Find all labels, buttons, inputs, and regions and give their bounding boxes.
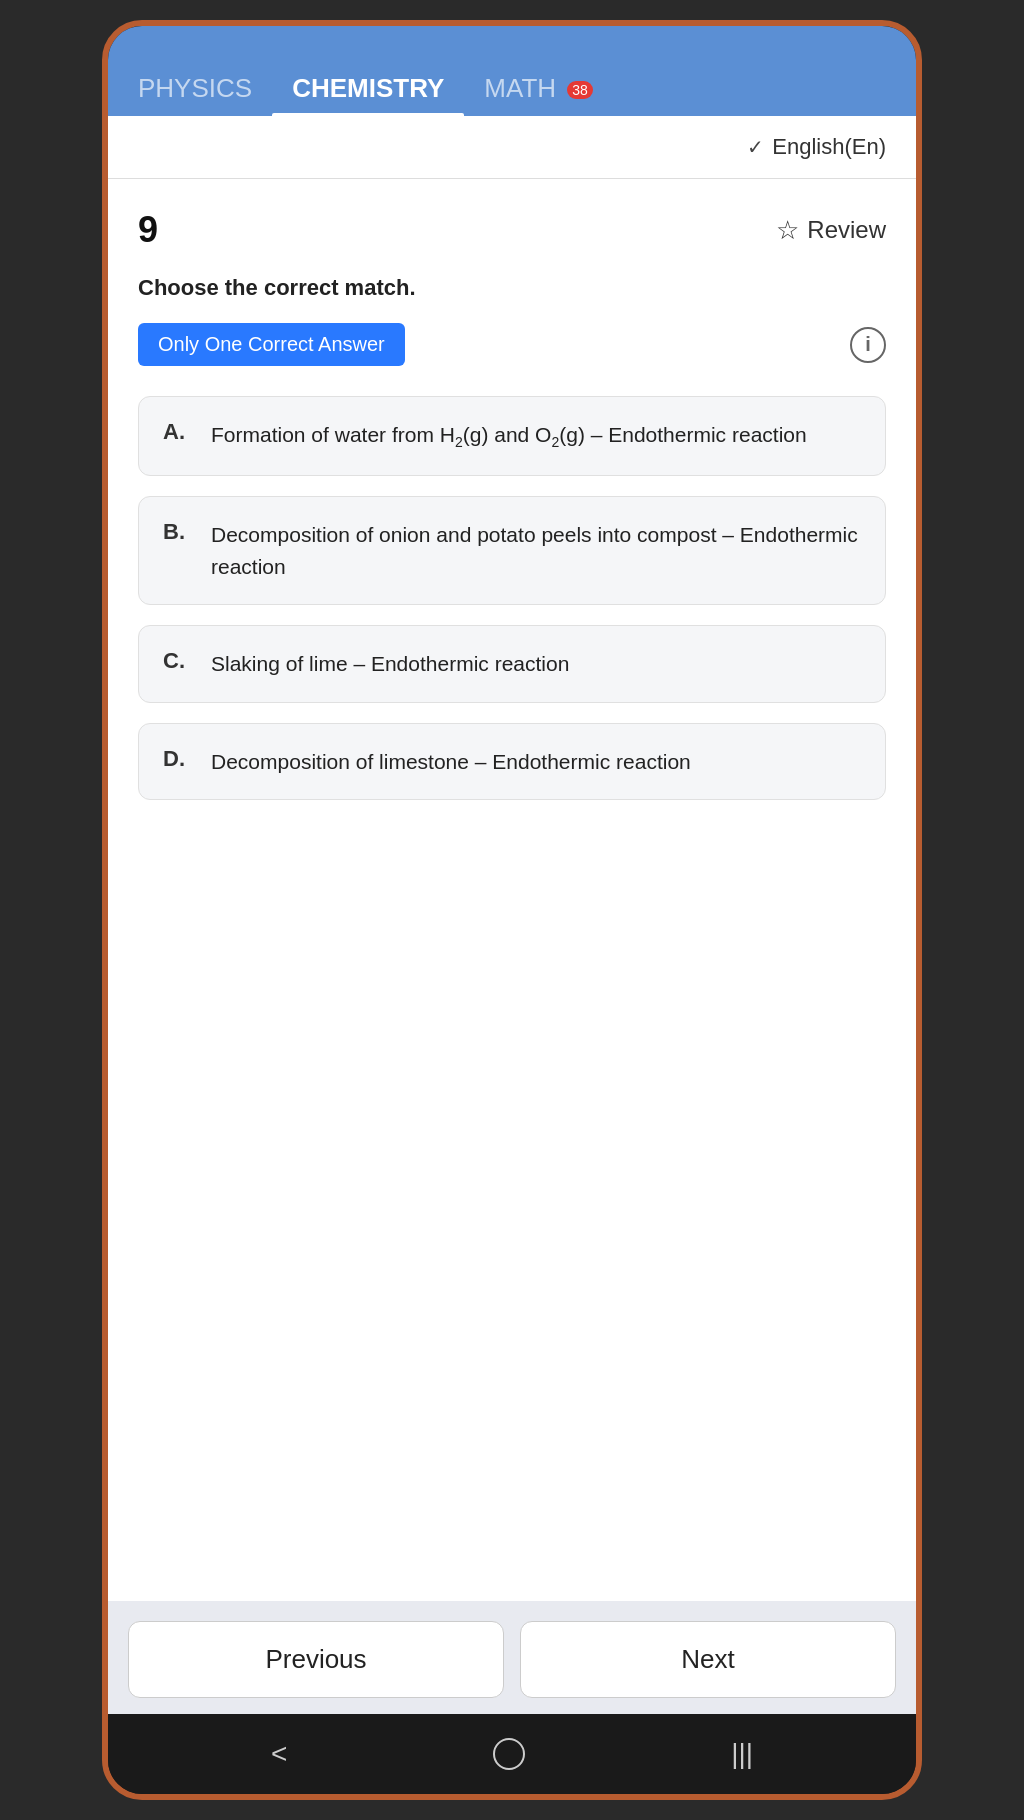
bottom-nav: Previous Next (108, 1601, 916, 1714)
tab-math[interactable]: MATH 38 (464, 63, 613, 116)
info-button[interactable]: i (850, 327, 886, 363)
language-selector[interactable]: ✓ English(En) (747, 134, 886, 160)
review-label: Review (807, 216, 886, 244)
answer-type-badge: Only One Correct Answer (138, 323, 405, 366)
language-label: English(En) (772, 134, 886, 160)
next-button[interactable]: Next (520, 1621, 896, 1698)
option-c-text: Slaking of lime – Endothermic reaction (211, 648, 569, 680)
back-button[interactable]: < (271, 1738, 287, 1770)
option-c[interactable]: C. Slaking of lime – Endothermic reactio… (138, 625, 886, 703)
checkmark-icon: ✓ (747, 135, 764, 159)
review-button[interactable]: ☆ Review (776, 215, 886, 246)
option-b-text: Decomposition of onion and potato peels … (211, 519, 861, 582)
tab-bar: PHYSICS CHEMISTRY MATH 38 (108, 26, 916, 116)
tab-physics[interactable]: PHYSICS (118, 63, 272, 116)
option-d-label: D. (163, 746, 193, 772)
option-a-label: A. (163, 419, 193, 445)
option-a[interactable]: A. Formation of water from H2(g) and O2(… (138, 396, 886, 476)
info-label: i (865, 333, 871, 356)
android-nav-bar: < ||| (108, 1714, 916, 1794)
options-list: A. Formation of water from H2(g) and O2(… (138, 396, 886, 1581)
question-instruction: Choose the correct match. (138, 275, 886, 301)
recents-button[interactable]: ||| (731, 1738, 753, 1770)
tab-math-badge: 38 (567, 81, 593, 99)
previous-button[interactable]: Previous (128, 1621, 504, 1698)
answer-type-row: Only One Correct Answer i (138, 323, 886, 366)
question-area: 9 ☆ Review Choose the correct match. Onl… (108, 179, 916, 1601)
phone-frame: PHYSICS CHEMISTRY MATH 38 ✓ English(En) … (102, 20, 922, 1800)
star-icon: ☆ (776, 215, 799, 246)
home-button[interactable] (493, 1738, 525, 1770)
language-bar: ✓ English(En) (108, 116, 916, 179)
content-area: ✓ English(En) 9 ☆ Review Choose the corr… (108, 116, 916, 1714)
question-header: 9 ☆ Review (138, 209, 886, 251)
option-d[interactable]: D. Decomposition of limestone – Endother… (138, 723, 886, 801)
option-b-label: B. (163, 519, 193, 545)
option-a-text: Formation of water from H2(g) and O2(g) … (211, 419, 807, 453)
tab-chemistry[interactable]: CHEMISTRY (272, 63, 464, 116)
option-b[interactable]: B. Decomposition of onion and potato pee… (138, 496, 886, 605)
question-number: 9 (138, 209, 158, 251)
option-c-label: C. (163, 648, 193, 674)
option-d-text: Decomposition of limestone – Endothermic… (211, 746, 691, 778)
